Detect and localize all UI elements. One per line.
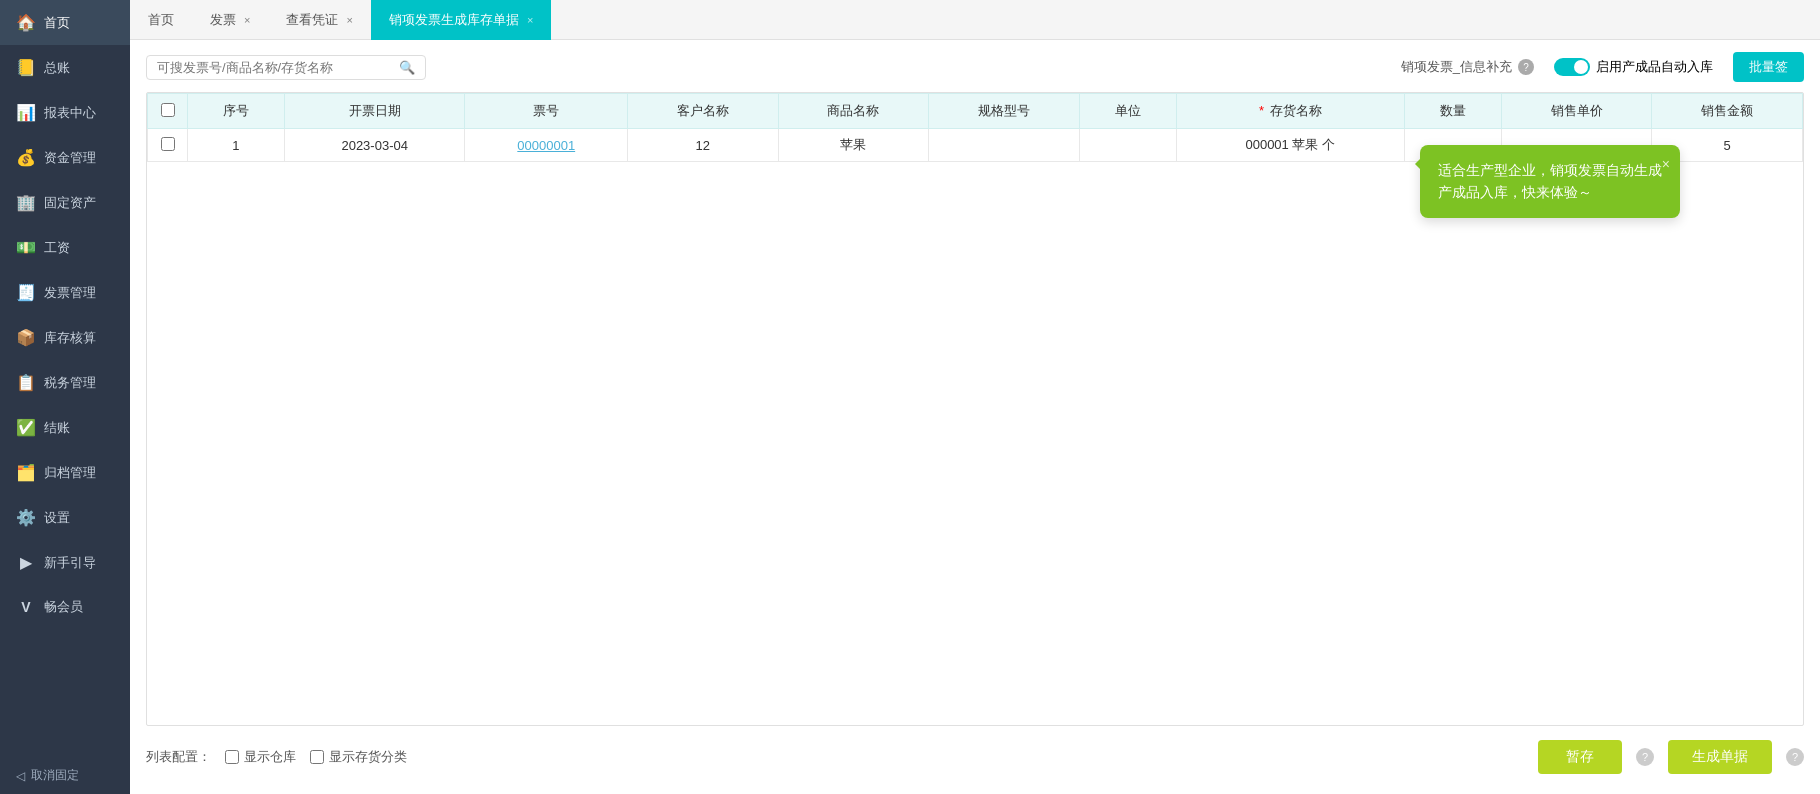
row-customer: 12 [628,129,779,162]
main-panel: 首页 发票 × 查看凭证 × 销项发票生成库存单据 × 🔍 销项发票_信息补充 [130,0,1820,794]
col-unit-price: 销售单价 [1501,94,1652,129]
search-box[interactable]: 🔍 [146,55,426,80]
ledger-icon: 📒 [16,58,36,77]
search-input[interactable] [157,60,395,75]
sidebar-item-home[interactable]: 🏠 首页 [0,0,130,45]
sidebar: 🏠 首页 📒 总账 📊 报表中心 💰 资金管理 🏢 固定资产 💵 工资 🧾 发票… [0,0,130,794]
generate-button[interactable]: 生成单据 [1668,740,1772,774]
batch-button[interactable]: 批量签 [1733,52,1804,82]
show-warehouse-checkbox[interactable] [225,750,239,764]
row-seq: 1 [188,129,285,162]
close-main-tab[interactable]: × [527,0,533,40]
sidebar-pin-toggle[interactable]: ◁ 取消固定 [0,757,130,794]
tooltip-bubble: × 适合生产型企业，销项发票自动生成产成品入库，快来体验～ [1420,145,1680,218]
col-product: 商品名称 [778,94,929,129]
row-checkbox-cell[interactable] [148,129,188,162]
sidebar-item-inventory[interactable]: 📦 库存核算 [0,315,130,360]
auto-warehouse-toggle[interactable] [1554,58,1590,76]
funds-icon: 💰 [16,148,36,167]
inventory-icon: 📦 [16,328,36,347]
save-button[interactable]: 暂存 [1538,740,1622,774]
sidebar-item-member[interactable]: V 畅会员 [0,585,130,629]
tax-icon: 📋 [16,373,36,392]
sidebar-item-reports[interactable]: 📊 报表中心 [0,90,130,135]
close-voucher-tab[interactable]: × [346,0,352,40]
col-seq: 序号 [188,94,285,129]
sidebar-item-invoice[interactable]: 🧾 发票管理 [0,270,130,315]
assets-icon: 🏢 [16,193,36,212]
row-product: 苹果 [778,129,929,162]
row-checkbox[interactable] [161,137,175,151]
tab-invoice[interactable]: 发票 × [192,0,268,40]
col-customer: 客户名称 [628,94,779,129]
toggle-switch: 启用产成品自动入库 [1554,58,1713,76]
info-help-icon[interactable]: ? [1518,59,1534,75]
pin-icon: ◁ [16,769,25,783]
select-all-checkbox[interactable] [161,103,175,117]
row-inventory: 000001 苹果 个 [1176,129,1404,162]
checkout-icon: ✅ [16,418,36,437]
sidebar-item-settings[interactable]: ⚙️ 设置 [0,495,130,540]
close-invoice-tab[interactable]: × [244,0,250,40]
invoice-icon: 🧾 [16,283,36,302]
table-header-row: 序号 开票日期 票号 客户名称 商品名称 规格型号 单位 * 存货名称 数量 销… [148,94,1803,129]
list-config: 列表配置： 显示仓库 显示存货分类 [146,748,407,766]
col-checkbox [148,94,188,129]
col-inventory: * 存货名称 [1176,94,1404,129]
settings-icon: ⚙️ [16,508,36,527]
tab-bar: 首页 发票 × 查看凭证 × 销项发票生成库存单据 × [130,0,1820,40]
tab-voucher[interactable]: 查看凭证 × [268,0,370,40]
col-unit: 单位 [1079,94,1176,129]
row-date: 2023-03-04 [284,129,464,162]
toolbar-top: 🔍 销项发票_信息补充 ? 启用产成品自动入库 批量签 [146,52,1804,82]
col-spec: 规格型号 [929,94,1080,129]
sidebar-item-checkout[interactable]: ✅ 结账 [0,405,130,450]
sidebar-item-archive[interactable]: 🗂️ 归档管理 [0,450,130,495]
archive-icon: 🗂️ [16,463,36,482]
tab-main[interactable]: 销项发票生成库存单据 × [371,0,551,40]
generate-help-icon[interactable]: ? [1786,748,1804,766]
sidebar-item-assets[interactable]: 🏢 固定资产 [0,180,130,225]
row-unit [1079,129,1176,162]
guide-icon: ▶ [16,553,36,572]
required-star: * [1259,103,1264,118]
col-date: 开票日期 [284,94,464,129]
show-category-checkbox[interactable] [310,750,324,764]
col-ticket: 票号 [465,94,628,129]
bottom-toolbar: 列表配置： 显示仓库 显示存货分类 暂存 ? 生成单据 ? [146,726,1804,782]
sidebar-item-ledger[interactable]: 📒 总账 [0,45,130,90]
bottom-actions: 暂存 ? 生成单据 ? [1538,740,1804,774]
col-quantity: 数量 [1404,94,1501,129]
home-icon: 🏠 [16,13,36,32]
row-ticket[interactable]: 00000001 [465,129,628,162]
sidebar-item-guide[interactable]: ▶ 新手引导 [0,540,130,585]
info-label: 销项发票_信息补充 ? [1401,58,1534,76]
salary-icon: 💵 [16,238,36,257]
sidebar-item-salary[interactable]: 💵 工资 [0,225,130,270]
content-area: 🔍 销项发票_信息补充 ? 启用产成品自动入库 批量签 [130,40,1820,794]
row-spec [929,129,1080,162]
sidebar-item-tax[interactable]: 📋 税务管理 [0,360,130,405]
toolbar-right: 销项发票_信息补充 ? 启用产成品自动入库 批量签 [1401,52,1804,82]
tab-home[interactable]: 首页 [130,0,192,40]
save-help-icon[interactable]: ? [1636,748,1654,766]
search-icon: 🔍 [399,60,415,75]
show-category-label[interactable]: 显示存货分类 [310,748,407,766]
sidebar-item-funds[interactable]: 💰 资金管理 [0,135,130,180]
show-warehouse-label[interactable]: 显示仓库 [225,748,296,766]
member-icon: V [16,599,36,615]
col-amount: 销售金额 [1652,94,1803,129]
reports-icon: 📊 [16,103,36,122]
tooltip-close-button[interactable]: × [1662,153,1670,175]
